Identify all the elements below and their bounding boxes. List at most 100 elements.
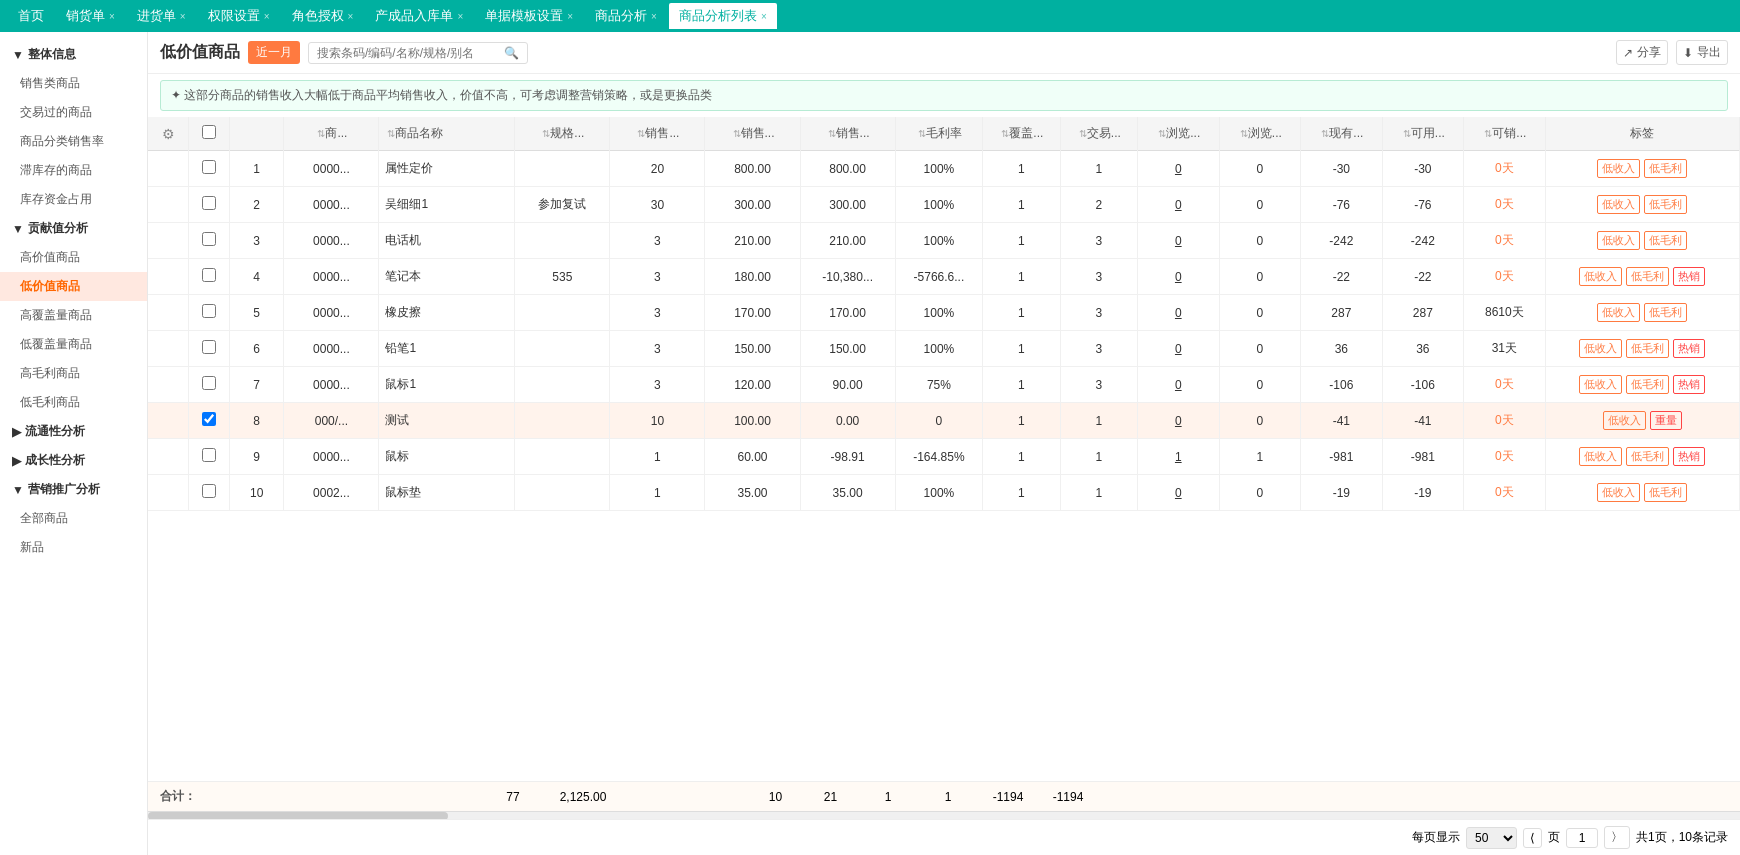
search-icon[interactable]: 🔍 [504, 46, 519, 60]
td-checkbox[interactable] [189, 367, 230, 403]
tag-低毛利: 低毛利 [1626, 339, 1669, 358]
browse1-link[interactable]: 0 [1175, 378, 1182, 392]
sidebar-item-新品[interactable]: 新品 [0, 533, 147, 562]
td-browse1[interactable]: 0 [1138, 259, 1220, 295]
nav-item-进货单[interactable]: 进货单× [127, 3, 196, 29]
nav-close-icon[interactable]: × [109, 11, 115, 22]
row-checkbox[interactable] [202, 268, 216, 282]
nav-item-首页[interactable]: 首页 [8, 3, 54, 29]
settings-icon[interactable]: ⚙ [162, 126, 175, 142]
td-sales-qty: 3 [610, 367, 705, 403]
sidebar-group-成长性分析[interactable]: ▶ 成长性分析 [0, 446, 147, 475]
row-checkbox[interactable] [202, 484, 216, 498]
td-browse1[interactable]: 0 [1138, 367, 1220, 403]
sidebar-item-滞库存的商品[interactable]: 滞库存的商品 [0, 156, 147, 185]
row-checkbox[interactable] [202, 232, 216, 246]
nav-close-icon[interactable]: × [567, 11, 573, 22]
browse1-link[interactable]: 0 [1175, 342, 1182, 356]
nav-close-icon[interactable]: × [348, 11, 354, 22]
td-browse1[interactable]: 0 [1138, 475, 1220, 511]
td-sales-amt2: -10,380... [800, 259, 895, 295]
sidebar-item-交易过的商品[interactable]: 交易过的商品 [0, 98, 147, 127]
td-browse1[interactable]: 0 [1138, 295, 1220, 331]
row-checkbox[interactable] [202, 448, 216, 462]
browse1-link[interactable]: 0 [1175, 234, 1182, 248]
share-button[interactable]: ↗ 分享 [1616, 40, 1668, 65]
nav-close-icon[interactable]: × [651, 11, 657, 22]
sidebar-item-高覆盖量商品[interactable]: 高覆盖量商品 [0, 301, 147, 330]
nav-item-商品分析列表[interactable]: 商品分析列表× [669, 3, 777, 29]
row-checkbox[interactable] [202, 412, 216, 426]
td-checkbox[interactable] [189, 331, 230, 367]
row-checkbox[interactable] [202, 196, 216, 210]
td-checkbox[interactable] [189, 259, 230, 295]
browse1-link[interactable]: 0 [1175, 270, 1182, 284]
horizontal-scrollbar[interactable] [148, 811, 1740, 819]
sidebar-item-全部商品[interactable]: 全部商品 [0, 504, 147, 533]
page-input[interactable] [1566, 828, 1598, 848]
nav-item-单据模板设置[interactable]: 单据模板设置× [475, 3, 583, 29]
td-browse1[interactable]: 0 [1138, 223, 1220, 259]
th-sell: ⇅可销... [1464, 117, 1546, 151]
td-checkbox[interactable] [189, 295, 230, 331]
nav-close-icon[interactable]: × [761, 11, 767, 22]
sidebar-item-低覆盖量商品[interactable]: 低覆盖量商品 [0, 330, 147, 359]
sidebar-item-高价值商品[interactable]: 高价值商品 [0, 243, 147, 272]
td-browse1[interactable]: 1 [1138, 439, 1220, 475]
sidebar-item-高毛利商品[interactable]: 高毛利商品 [0, 359, 147, 388]
page-size-select[interactable]: 50 100 [1466, 827, 1517, 849]
time-filter-button[interactable]: 近一月 [248, 41, 300, 64]
nav-close-icon[interactable]: × [264, 11, 270, 22]
sidebar-group-整体信息[interactable]: ▼ 整体信息 [0, 40, 147, 69]
td-sales-qty: 20 [610, 151, 705, 187]
row-checkbox[interactable] [202, 376, 216, 390]
nav-item-商品分析[interactable]: 商品分析× [585, 3, 667, 29]
nav-item-销货单[interactable]: 销货单× [56, 3, 125, 29]
sidebar-group-营销推广分析[interactable]: ▼ 营销推广分析 [0, 475, 147, 504]
td-browse1[interactable]: 0 [1138, 151, 1220, 187]
browse1-link[interactable]: 0 [1175, 306, 1182, 320]
td-checkbox[interactable] [189, 223, 230, 259]
nav-item-权限设置[interactable]: 权限设置× [198, 3, 280, 29]
browse1-link[interactable]: 1 [1175, 450, 1182, 464]
nav-item-产成品入库单[interactable]: 产成品入库单× [365, 3, 473, 29]
row-checkbox[interactable] [202, 160, 216, 174]
row-checkbox[interactable] [202, 340, 216, 354]
td-gross-rate: -5766.6... [895, 259, 982, 295]
td-spec [515, 151, 610, 187]
td-checkbox[interactable] [189, 151, 230, 187]
td-browse1[interactable]: 0 [1138, 331, 1220, 367]
nav-close-icon[interactable]: × [180, 11, 186, 22]
sidebar-item-低毛利商品[interactable]: 低毛利商品 [0, 388, 147, 417]
td-checkbox[interactable] [189, 439, 230, 475]
browse1-link[interactable]: 0 [1175, 414, 1182, 428]
browse1-link[interactable]: 0 [1175, 162, 1182, 176]
search-input[interactable] [317, 46, 500, 60]
td-browse1[interactable]: 0 [1138, 187, 1220, 223]
export-button[interactable]: ⬇ 导出 [1676, 40, 1728, 65]
nav-item-角色授权[interactable]: 角色授权× [282, 3, 364, 29]
first-page-button[interactable]: ⟨ [1523, 828, 1542, 848]
td-checkbox[interactable] [189, 403, 230, 439]
browse1-link[interactable]: 0 [1175, 198, 1182, 212]
select-all-checkbox[interactable] [202, 125, 216, 139]
td-trade: 1 [1060, 151, 1137, 187]
browse1-link[interactable]: 0 [1175, 486, 1182, 500]
sidebar-item-低价值商品[interactable]: 低价值商品 [0, 272, 147, 301]
td-checkbox[interactable] [189, 475, 230, 511]
td-sell: 31天 [1464, 331, 1546, 367]
nav-close-icon[interactable]: × [457, 11, 463, 22]
next-page-button[interactable]: 〉 [1604, 826, 1630, 849]
sidebar-item-库存资金占用[interactable]: 库存资金占用 [0, 185, 147, 214]
td-sell: 8610天 [1464, 295, 1546, 331]
sidebar-item-销售类商品[interactable]: 销售类商品 [0, 69, 147, 98]
row-checkbox[interactable] [202, 304, 216, 318]
sidebar-group-贡献值分析[interactable]: ▼ 贡献值分析 [0, 214, 147, 243]
td-checkbox[interactable] [189, 187, 230, 223]
td-browse1[interactable]: 0 [1138, 403, 1220, 439]
td-sell: 0天 [1464, 223, 1546, 259]
sidebar-item-商品分类销售率[interactable]: 商品分类销售率 [0, 127, 147, 156]
sidebar-group-流通性分析[interactable]: ▶ 流通性分析 [0, 417, 147, 446]
th-gear[interactable]: ⚙ [148, 117, 189, 151]
th-coverage: ⇅覆盖... [983, 117, 1060, 151]
